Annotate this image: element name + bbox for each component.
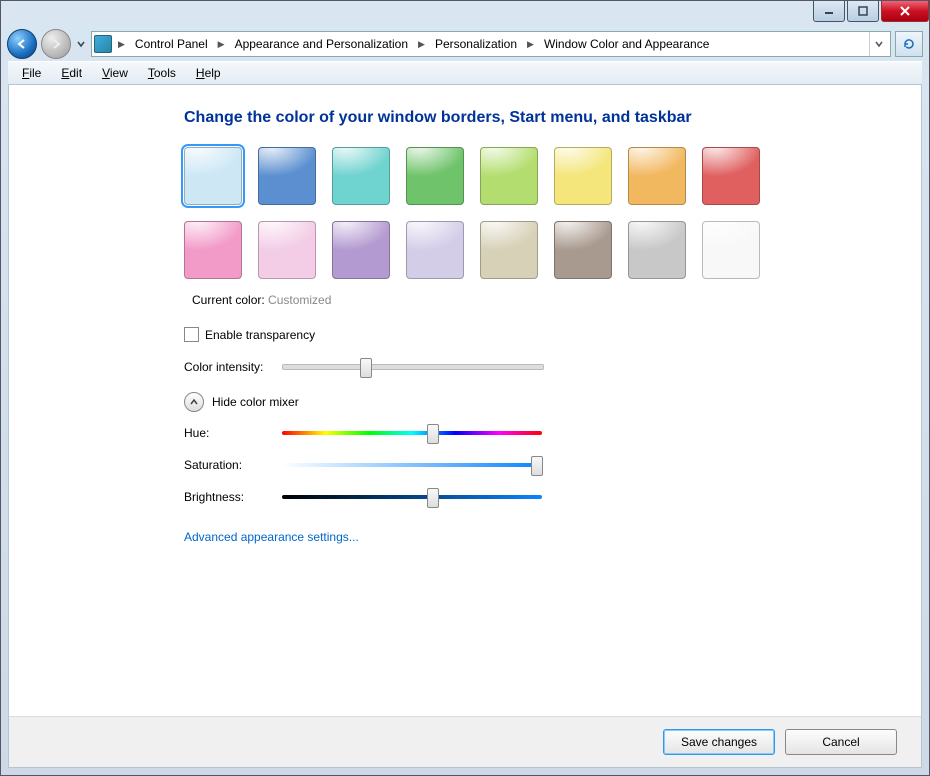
refresh-button[interactable] bbox=[895, 31, 923, 57]
chevron-right-icon: ▶ bbox=[414, 39, 429, 50]
color-swatch-green[interactable] bbox=[406, 147, 464, 205]
mixer-toggle-row: Hide color mixer bbox=[184, 392, 881, 412]
breadcrumb-item[interactable]: Appearance and Personalization bbox=[231, 35, 412, 53]
slider-thumb[interactable] bbox=[360, 358, 372, 378]
chevron-down-icon bbox=[77, 40, 85, 48]
color-swatch-rose[interactable] bbox=[258, 221, 316, 279]
color-swatch-yellow[interactable] bbox=[554, 147, 612, 205]
color-swatch-taupe[interactable] bbox=[554, 221, 612, 279]
control-panel-icon bbox=[94, 35, 112, 53]
menu-view[interactable]: View bbox=[94, 64, 136, 82]
current-color-label: Current color: bbox=[192, 293, 265, 307]
current-color-row: Current color: Customized bbox=[192, 293, 881, 307]
mixer-toggle-label: Hide color mixer bbox=[212, 395, 299, 409]
minimize-icon bbox=[824, 6, 834, 16]
slider-thumb[interactable] bbox=[427, 488, 439, 508]
color-swatch-red[interactable] bbox=[702, 147, 760, 205]
transparency-row: Enable transparency bbox=[184, 327, 881, 342]
color-swatch-lavender[interactable] bbox=[406, 221, 464, 279]
color-swatch-tan[interactable] bbox=[480, 221, 538, 279]
chevron-right-icon: ▶ bbox=[114, 39, 129, 50]
color-intensity-row: Color intensity: bbox=[184, 360, 881, 374]
saturation-label: Saturation: bbox=[184, 458, 282, 472]
color-swatch-lime[interactable] bbox=[480, 147, 538, 205]
transparency-label: Enable transparency bbox=[205, 328, 315, 342]
breadcrumb-item[interactable]: Control Panel bbox=[131, 35, 212, 53]
menu-help[interactable]: Help bbox=[188, 64, 229, 82]
color-swatch-violet[interactable] bbox=[332, 221, 390, 279]
brightness-slider[interactable] bbox=[282, 495, 542, 499]
chevron-right-icon: ▶ bbox=[523, 39, 538, 50]
minimize-button[interactable] bbox=[813, 1, 845, 22]
color-swatch-sky[interactable] bbox=[184, 147, 242, 205]
close-button[interactable] bbox=[881, 1, 929, 22]
window: ▶ Control Panel ▶ Appearance and Persona… bbox=[0, 0, 930, 776]
color-swatch-teal[interactable] bbox=[332, 147, 390, 205]
chevron-right-icon: ▶ bbox=[214, 39, 229, 50]
breadcrumb-item[interactable]: Window Color and Appearance bbox=[540, 35, 713, 53]
transparency-checkbox[interactable] bbox=[184, 327, 199, 342]
page-heading: Change the color of your window borders,… bbox=[184, 109, 881, 127]
menu-tools[interactable]: Tools bbox=[140, 64, 184, 82]
hue-slider[interactable] bbox=[282, 431, 542, 435]
refresh-icon bbox=[902, 37, 916, 51]
chevron-up-icon bbox=[190, 398, 198, 406]
current-color-value: Customized bbox=[268, 293, 331, 307]
color-swatch-pink[interactable] bbox=[184, 221, 242, 279]
maximize-icon bbox=[858, 6, 868, 16]
hue-row: Hue: bbox=[184, 426, 881, 440]
content-area: Change the color of your window borders,… bbox=[8, 85, 922, 768]
breadcrumb-item[interactable]: Personalization bbox=[431, 35, 521, 53]
brightness-row: Brightness: bbox=[184, 490, 881, 504]
arrow-right-icon bbox=[49, 37, 63, 51]
color-swatch-blue[interactable] bbox=[258, 147, 316, 205]
maximize-button[interactable] bbox=[847, 1, 879, 22]
color-intensity-label: Color intensity: bbox=[184, 360, 282, 374]
save-changes-button[interactable]: Save changes bbox=[663, 729, 775, 755]
nav-history-dropdown[interactable] bbox=[75, 40, 87, 48]
menu-edit[interactable]: Edit bbox=[53, 64, 90, 82]
saturation-slider[interactable] bbox=[282, 463, 542, 467]
nav-forward-button[interactable] bbox=[41, 29, 71, 59]
hue-label: Hue: bbox=[184, 426, 282, 440]
chevron-down-icon bbox=[875, 40, 883, 48]
collapse-mixer-button[interactable] bbox=[184, 392, 204, 412]
navbar: ▶ Control Panel ▶ Appearance and Persona… bbox=[1, 27, 929, 61]
color-swatch-white[interactable] bbox=[702, 221, 760, 279]
brightness-label: Brightness: bbox=[184, 490, 282, 504]
menu-file[interactable]: File bbox=[14, 64, 49, 82]
titlebar bbox=[1, 1, 929, 27]
slider-thumb[interactable] bbox=[427, 424, 439, 444]
close-icon bbox=[899, 6, 911, 16]
address-dropdown[interactable] bbox=[869, 32, 888, 56]
slider-thumb[interactable] bbox=[531, 456, 543, 476]
advanced-appearance-link[interactable]: Advanced appearance settings... bbox=[184, 530, 881, 544]
address-bar[interactable]: ▶ Control Panel ▶ Appearance and Persona… bbox=[91, 31, 891, 57]
color-swatch-gray[interactable] bbox=[628, 221, 686, 279]
color-intensity-slider[interactable] bbox=[282, 364, 544, 370]
menubar: File Edit View Tools Help bbox=[8, 61, 922, 85]
color-swatch-grid bbox=[184, 147, 784, 279]
footer: Save changes Cancel bbox=[9, 716, 921, 767]
nav-back-button[interactable] bbox=[7, 29, 37, 59]
saturation-row: Saturation: bbox=[184, 458, 881, 472]
arrow-left-icon bbox=[15, 37, 29, 51]
cancel-button[interactable]: Cancel bbox=[785, 729, 897, 755]
color-swatch-orange[interactable] bbox=[628, 147, 686, 205]
